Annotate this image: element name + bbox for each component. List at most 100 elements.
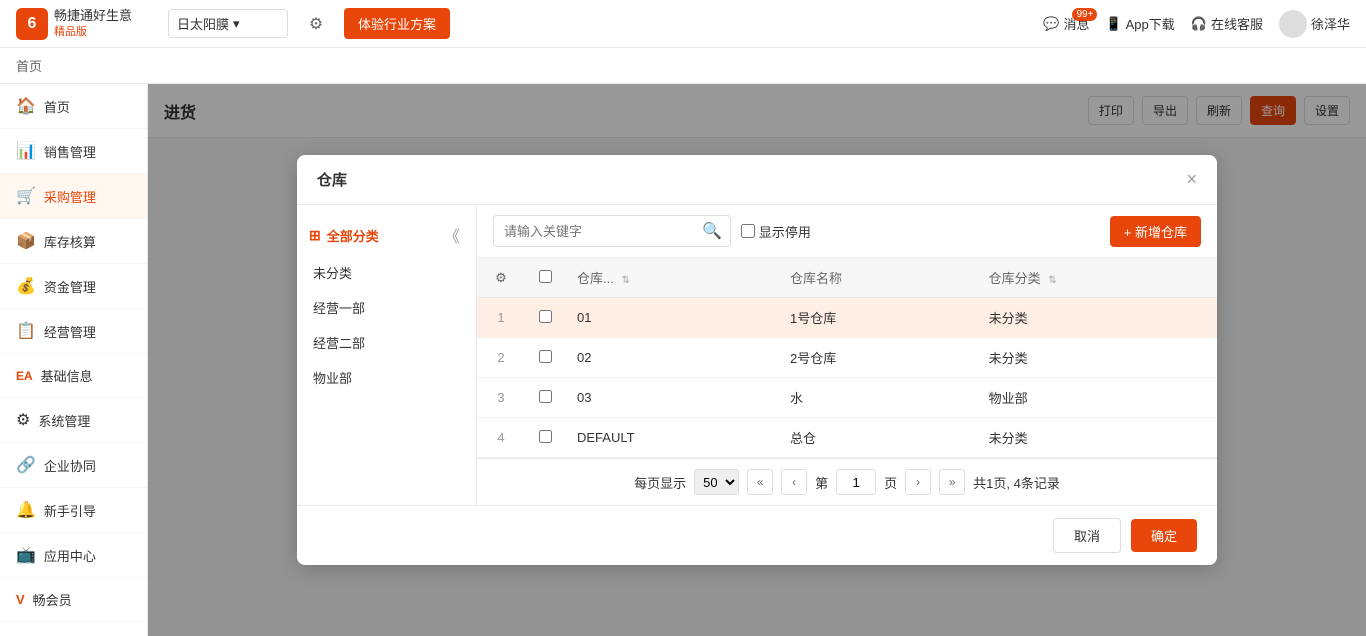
sidebar-item-guide[interactable]: 🔔 新手引导 <box>0 488 147 533</box>
next-page-button[interactable]: › <box>905 469 931 495</box>
row-checkbox-4[interactable] <box>539 430 552 443</box>
app-download-icon: 📱 <box>1105 16 1121 32</box>
breadcrumb-home[interactable]: 首页 <box>16 56 42 75</box>
table-row[interactable]: 3 03 水 物业部 <box>477 378 1217 418</box>
sidebar-item-inventory[interactable]: 📦 库存核算 <box>0 219 147 264</box>
modal-body: ⊞ 全部分类 《 未分类 经营一部 经营二部 <box>297 205 1217 505</box>
category-item-unclassified[interactable]: 未分类 <box>297 255 476 290</box>
sidebar-label-enterprise: 企业协同 <box>44 456 96 475</box>
category-item-property[interactable]: 物业部 <box>297 360 476 395</box>
pagination-bar: 每页显示 50 « ‹ 第 页 › » 共1页, 4条记录 <box>477 458 1217 505</box>
sidebar-item-sales[interactable]: 📊 销售管理 <box>0 129 147 174</box>
row-checkbox-2[interactable] <box>539 350 552 363</box>
category-header: ⊞ 全部分类 《 <box>297 215 476 255</box>
row-num-4: 4 <box>477 418 525 458</box>
modal-close-button[interactable]: × <box>1186 169 1197 190</box>
row-check-4[interactable] <box>525 418 565 458</box>
shop-name: 日太阳膜 <box>177 14 229 33</box>
message-icon: 💬 <box>1043 16 1059 32</box>
row-check-2[interactable] <box>525 338 565 378</box>
row-check-1[interactable] <box>525 298 565 338</box>
th-category-label: 仓库分类 <box>989 271 1041 286</box>
row-check-3[interactable] <box>525 378 565 418</box>
row-num-2: 2 <box>477 338 525 378</box>
row-checkbox-3[interactable] <box>539 390 552 403</box>
sidebar-item-basic-info[interactable]: EA 基础信息 <box>0 354 147 398</box>
page-number-input[interactable] <box>836 469 876 495</box>
per-page-label: 每页显示 <box>634 473 686 492</box>
basic-info-icon: EA <box>16 369 33 383</box>
sidebar-item-purchase[interactable]: 🛒 采购管理 <box>0 174 147 219</box>
app-download-item[interactable]: 📱 App下载 <box>1105 14 1174 33</box>
sidebar-label-basic-info: 基础信息 <box>41 366 93 385</box>
sidebar-label-finance: 资金管理 <box>44 277 96 296</box>
collapse-button[interactable]: 《 <box>444 223 460 247</box>
cat-label-ops2: 经营二部 <box>313 336 365 351</box>
modal-toolbar: 🔍 显示停用 + 新增仓库 <box>477 205 1217 258</box>
show-disabled-label[interactable]: 显示停用 <box>741 222 811 241</box>
sidebar-item-operations[interactable]: 📋 经营管理 <box>0 309 147 354</box>
row-code-3: 03 <box>565 378 778 418</box>
category-item-ops2[interactable]: 经营二部 <box>297 325 476 360</box>
sidebar-item-home[interactable]: 🏠 首页 <box>0 84 147 129</box>
last-page-button[interactable]: » <box>939 469 965 495</box>
first-page-button[interactable]: « <box>747 469 773 495</box>
page-suffix: 页 <box>884 473 897 492</box>
avatar <box>1279 10 1307 38</box>
sidebar-item-system[interactable]: ⚙ 系统管理 <box>0 398 147 443</box>
confirm-button[interactable]: 确定 <box>1131 519 1197 552</box>
sort-icon-cat: ⇅ <box>1048 275 1056 286</box>
row-name-2: 2号仓库 <box>778 338 977 378</box>
settings-button[interactable]: ⚙ <box>300 8 332 40</box>
online-service-item[interactable]: 🎧 在线客服 <box>1191 14 1263 33</box>
sidebar-item-app-center[interactable]: 📺 应用中心 <box>0 533 147 578</box>
sidebar-item-member[interactable]: V 畅会员 <box>0 578 147 622</box>
sidebar-label-inventory: 库存核算 <box>44 232 96 251</box>
sidebar-label-home: 首页 <box>44 97 70 116</box>
trial-button[interactable]: 体验行业方案 <box>344 8 450 39</box>
row-name-3: 水 <box>778 378 977 418</box>
show-disabled-text: 显示停用 <box>759 222 811 241</box>
system-icon: ⚙ <box>16 410 30 430</box>
cat-label-unclassified: 未分类 <box>313 266 352 281</box>
row-checkbox-1[interactable] <box>539 310 552 323</box>
row-category-3: 物业部 <box>977 378 1217 418</box>
row-code-2: 02 <box>565 338 778 378</box>
headset-icon: 🎧 <box>1191 16 1207 32</box>
search-input[interactable] <box>494 224 694 239</box>
operations-icon: 📋 <box>16 321 36 341</box>
table-row[interactable]: 2 02 2号仓库 未分类 <box>477 338 1217 378</box>
add-warehouse-button[interactable]: + 新增仓库 <box>1110 216 1201 247</box>
home-icon: 🏠 <box>16 96 36 116</box>
sidebar-item-finance[interactable]: 💰 资金管理 <box>0 264 147 309</box>
sidebar: 🏠 首页 📊 销售管理 🛒 采购管理 📦 库存核算 💰 资金管理 📋 经营管理 … <box>0 84 148 636</box>
shop-selector[interactable]: 日太阳膜 ▾ <box>168 9 288 38</box>
content-area: 进货 打印 导出 刷新 查询 设置 仓库 × <box>148 84 1366 636</box>
cancel-button[interactable]: 取消 <box>1053 518 1121 553</box>
category-item-ops1[interactable]: 经营一部 <box>297 290 476 325</box>
member-icon: V <box>16 592 25 607</box>
show-disabled-checkbox[interactable] <box>741 224 755 238</box>
per-page-select[interactable]: 50 <box>694 469 739 495</box>
messages-nav-item[interactable]: 💬 消息 99+ <box>1043 14 1089 33</box>
prev-page-button[interactable]: ‹ <box>781 469 807 495</box>
table-row[interactable]: 1 01 1号仓库 未分类 <box>477 298 1217 338</box>
message-badge: 99+ <box>1072 8 1097 21</box>
logo-text-area: 畅捷通好生意 精品版 <box>54 8 132 40</box>
modal-overlay: 仓库 × ⊞ 全部分类 《 <box>148 84 1366 636</box>
logo-area: 6 畅捷通好生意 精品版 <box>16 8 156 40</box>
sidebar-item-enterprise[interactable]: 🔗 企业协同 <box>0 443 147 488</box>
table-row[interactable]: 4 DEFAULT 总仓 未分类 <box>477 418 1217 458</box>
top-nav: 6 畅捷通好生意 精品版 日太阳膜 ▾ ⚙ 体验行业方案 💬 消息 99+ 📱 … <box>0 0 1366 48</box>
category-all[interactable]: ⊞ 全部分类 <box>309 226 379 245</box>
sidebar-label-system: 系统管理 <box>38 411 90 430</box>
row-code-4: DEFAULT <box>565 418 778 458</box>
select-all-checkbox[interactable] <box>539 270 552 283</box>
category-all-label: 全部分类 <box>327 226 379 245</box>
user-profile-item[interactable]: 徐泽华 <box>1279 10 1350 38</box>
online-service-label: 在线客服 <box>1211 14 1263 33</box>
search-button[interactable]: 🔍 <box>694 221 730 241</box>
total-label: 共1页, 4条记录 <box>973 473 1060 492</box>
purchase-icon: 🛒 <box>16 186 36 206</box>
user-name: 徐泽华 <box>1311 14 1350 33</box>
